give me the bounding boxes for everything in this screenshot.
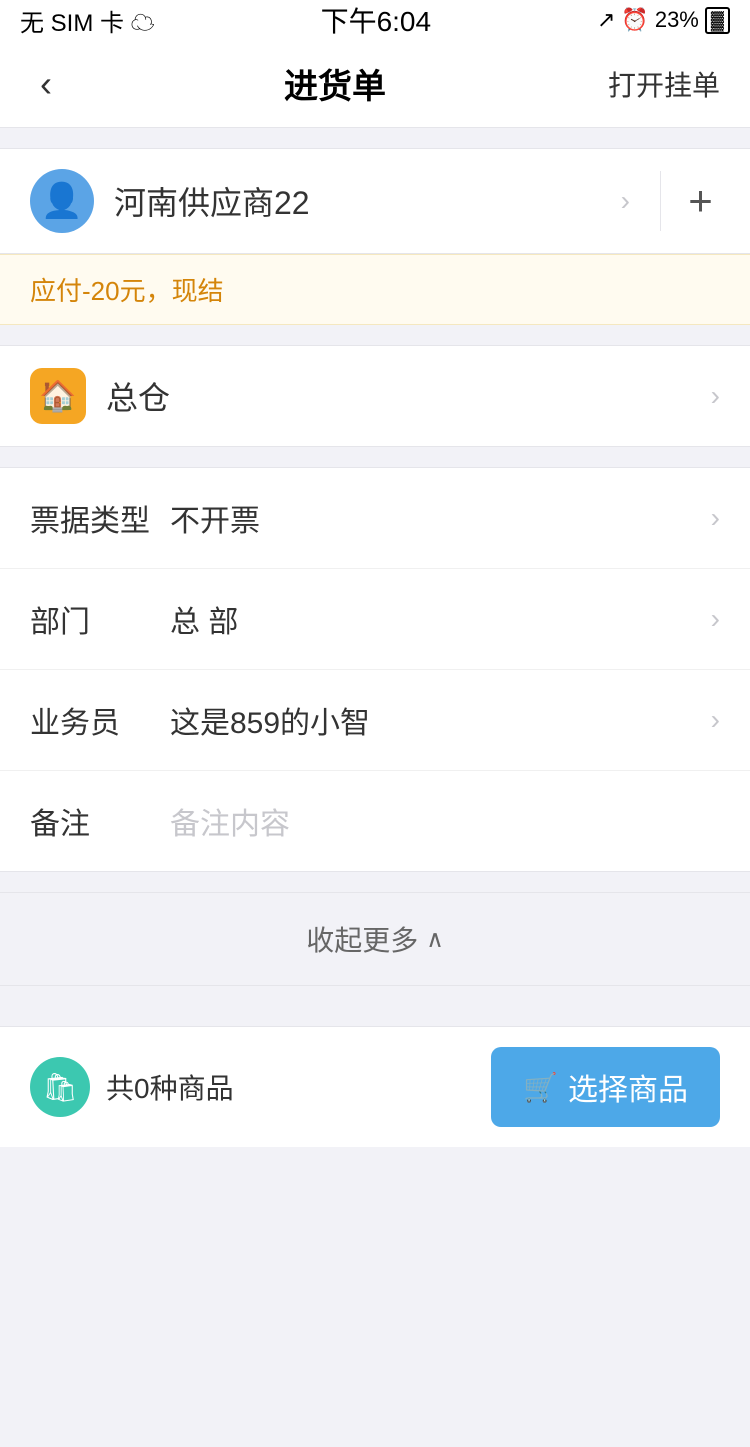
- warehouse-section: 🏠 总仓 ›: [0, 345, 750, 447]
- battery-icon: ▓: [705, 7, 730, 34]
- battery-label: 23%: [655, 7, 699, 33]
- warehouse-chevron-icon: ›: [711, 380, 720, 412]
- invoice-type-label: 票据类型: [30, 496, 150, 540]
- status-right: ↗ ⏰ 23% ▓: [597, 7, 730, 34]
- warehouse-icon: 🏠: [39, 379, 76, 414]
- nav-bar: ‹ 进货单 打开挂单: [0, 40, 750, 128]
- collapse-text: 收起更多: [306, 919, 418, 959]
- goods-count-text: 共0种商品: [106, 1067, 234, 1107]
- invoice-type-chevron-icon: ›: [711, 502, 720, 534]
- warehouse-icon-wrap: 🏠: [30, 368, 86, 424]
- page-background: [0, 1147, 750, 1447]
- supplier-row[interactable]: 👤 河南供应商22 › +: [0, 149, 750, 253]
- location-icon: ↗: [597, 7, 615, 33]
- supplier-section: 👤 河南供应商22 › +: [0, 148, 750, 254]
- goods-bag-icon: 🛍: [42, 1071, 78, 1104]
- department-chevron-icon: ›: [711, 603, 720, 635]
- gap-4: [0, 872, 750, 892]
- department-value: 总 部: [150, 597, 701, 641]
- gap-1: [0, 128, 750, 148]
- alarm-icon: ⏰: [621, 7, 648, 33]
- remark-row[interactable]: 备注 备注内容: [0, 771, 750, 871]
- salesperson-value: 这是859的小智: [150, 698, 701, 742]
- warehouse-name: 总仓: [106, 373, 711, 419]
- department-label: 部门: [30, 597, 150, 641]
- goods-icon-wrap: 🛍: [30, 1057, 90, 1117]
- remark-label: 备注: [30, 799, 150, 843]
- salesperson-chevron-icon: ›: [711, 704, 720, 736]
- open-pending-button[interactable]: 打开挂单: [608, 64, 720, 104]
- back-button[interactable]: ‹: [30, 53, 62, 115]
- invoice-type-row[interactable]: 票据类型 不开票 ›: [0, 468, 750, 569]
- salesperson-row[interactable]: 业务员 这是859的小智 ›: [0, 670, 750, 771]
- status-left: 无 SIM 卡 ☁: [20, 3, 155, 38]
- warehouse-row[interactable]: 🏠 总仓 ›: [0, 346, 750, 446]
- sim-label: 无 SIM 卡 ☁: [20, 3, 155, 38]
- notice-text: 应付-20元，现结: [30, 276, 224, 306]
- collapse-arrow-icon: ∧: [426, 925, 444, 954]
- gap-5: [0, 986, 750, 1006]
- remark-placeholder: 备注内容: [150, 799, 720, 843]
- avatar-icon: 👤: [41, 181, 83, 221]
- invoice-type-value: 不开票: [150, 496, 701, 540]
- collapse-row[interactable]: 收起更多 ∧: [0, 892, 750, 986]
- supplier-avatar: 👤: [30, 169, 94, 233]
- status-bar: 无 SIM 卡 ☁ 下午6:04 ↗ ⏰ 23% ▓: [0, 0, 750, 40]
- bottom-bar: 🛍 共0种商品 🛒 选择商品: [0, 1026, 750, 1147]
- department-row[interactable]: 部门 总 部 ›: [0, 569, 750, 670]
- select-goods-button[interactable]: 🛒 选择商品: [491, 1047, 720, 1127]
- page-title: 进货单: [284, 59, 386, 108]
- salesperson-label: 业务员: [30, 698, 150, 742]
- status-time: 下午6:04: [321, 0, 432, 40]
- supplier-name: 河南供应商22: [114, 178, 621, 224]
- select-goods-label: 选择商品: [568, 1065, 688, 1109]
- add-supplier-button[interactable]: +: [660, 171, 720, 231]
- supplier-chevron-icon: ›: [621, 185, 630, 217]
- goods-count-area: 🛍 共0种商品: [30, 1057, 234, 1117]
- gap-2: [0, 325, 750, 345]
- select-goods-icon: 🛒: [523, 1071, 558, 1104]
- gap-3: [0, 447, 750, 467]
- notice-row: 应付-20元，现结: [0, 254, 750, 325]
- form-section: 票据类型 不开票 › 部门 总 部 › 业务员 这是859的小智 › 备注 备注…: [0, 467, 750, 872]
